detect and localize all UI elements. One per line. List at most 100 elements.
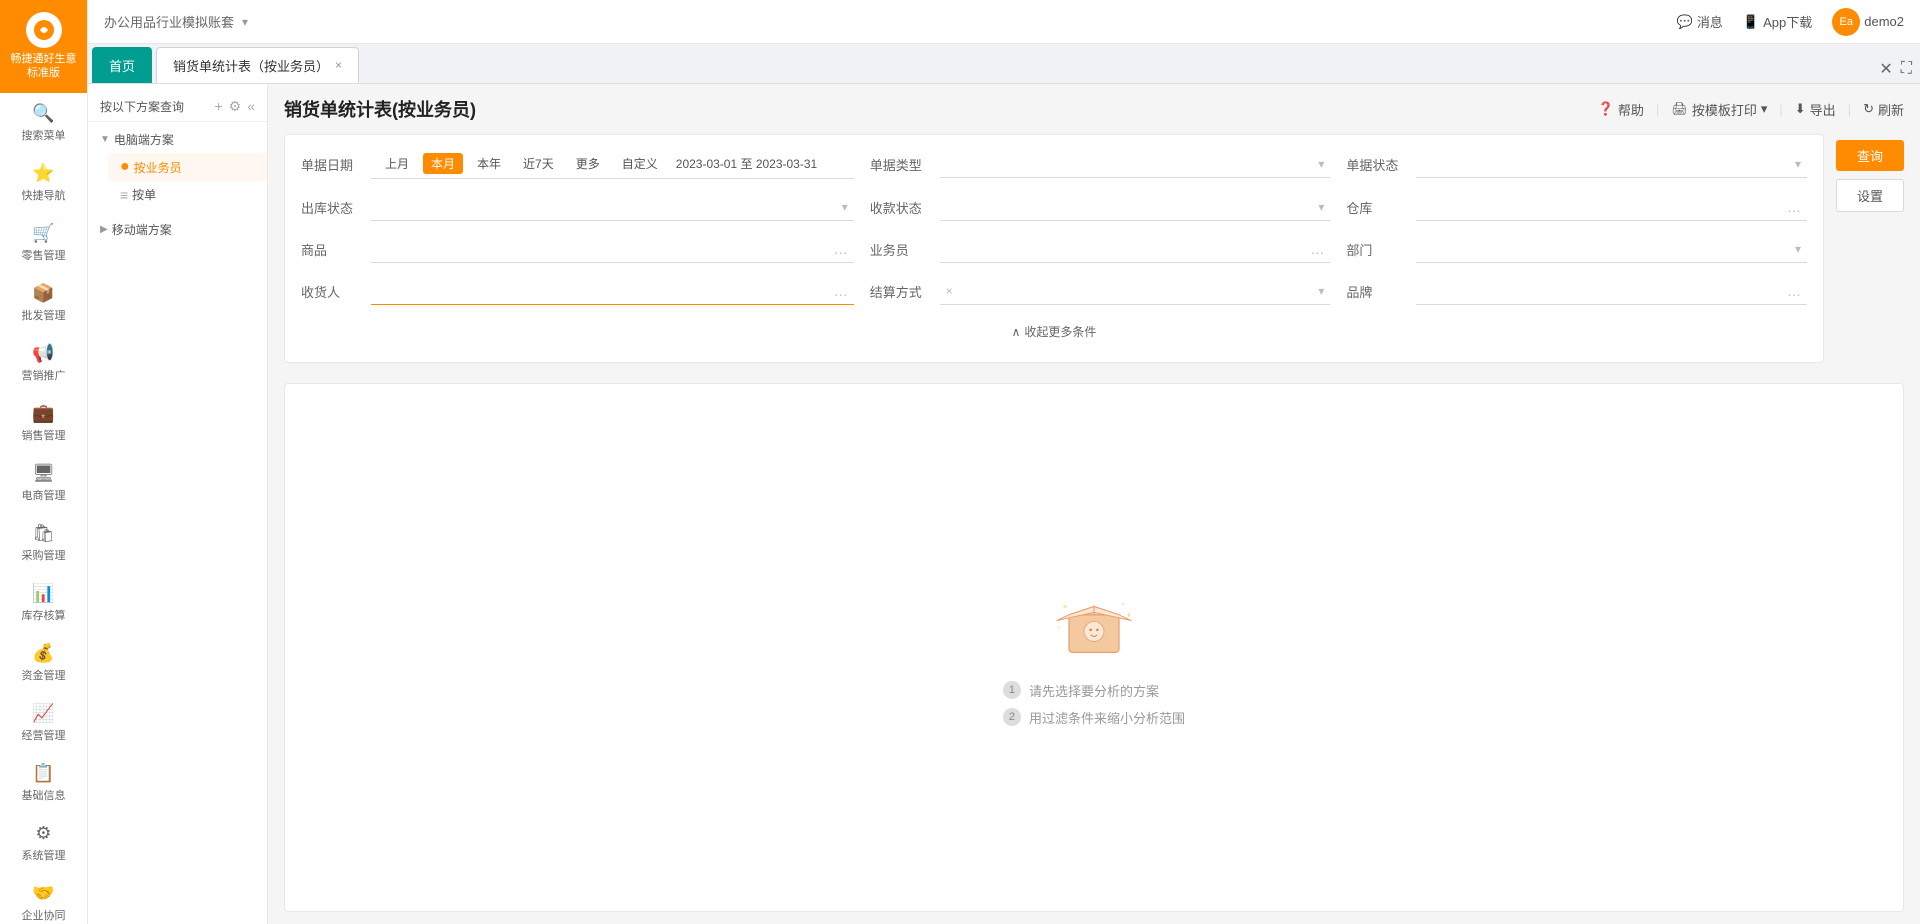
user-name: demo2 (1864, 14, 1904, 29)
avatar-text: Ea (1840, 16, 1853, 28)
salesperson-dots-icon: … (1310, 241, 1324, 257)
filter-row-4: 收货人 … 结算方式 × ▾ (301, 277, 1807, 305)
add-scheme-icon[interactable]: + (214, 98, 222, 115)
tab-sales-stat[interactable]: 销货单统计表（按业务员） × (156, 47, 359, 83)
date-btn-custom[interactable]: 自定义 (614, 153, 666, 174)
left-panel-icons: + ⚙ « (214, 98, 255, 115)
date-btn-this-year[interactable]: 本年 (469, 153, 509, 174)
dept-input[interactable]: ▾ (1416, 235, 1807, 263)
app-download-button[interactable]: 📱 App下载 (1743, 12, 1812, 31)
goods-input[interactable]: … (371, 235, 854, 263)
tree-item-order-label: 按单 (132, 186, 156, 203)
collapse-panel-icon[interactable]: « (247, 98, 255, 115)
empty-tips: 1 请先选择要分析的方案 2 用过滤条件来缩小分析范围 (1003, 681, 1185, 727)
print-label: 按模板打印 (1692, 100, 1757, 119)
maximize-window-icon[interactable]: ⛶ (1901, 60, 1912, 78)
payment-status-label: 收款状态 (870, 198, 940, 217)
export-label: 导出 (1810, 100, 1836, 119)
date-btn-more[interactable]: 更多 (568, 153, 608, 174)
settings-scheme-icon[interactable]: ⚙ (229, 98, 242, 115)
sidebar-item-wholesale[interactable]: 📦 批发管理 (0, 273, 87, 333)
settlement-clear-icon[interactable]: × (946, 284, 953, 298)
date-selector[interactable]: 上月 本月 本年 近7天 更多 自定义 2023-03-01 至 2023-03… (371, 149, 854, 179)
topbar-right: 💬 消息 📱 App下载 Ea demo2 (1677, 8, 1904, 36)
sidebar-item-quick-nav[interactable]: ⭐ 快捷导航 (0, 153, 87, 213)
marketing-icon: 📢 (32, 343, 54, 364)
settlement-input[interactable]: × ▾ (940, 277, 1331, 305)
brand-input[interactable]: … (1416, 277, 1807, 305)
message-button[interactable]: 💬 消息 (1677, 12, 1723, 31)
sidebar-label-finance: 资金管理 (22, 667, 66, 683)
sidebar-item-sales[interactable]: 💼 销售管理 (0, 393, 87, 453)
topbar-left: 办公用品行业模拟账套 ▾ (104, 12, 248, 31)
settings-button[interactable]: 设置 (1836, 179, 1904, 212)
date-btn-this-month[interactable]: 本月 (423, 153, 463, 174)
sidebar-item-inventory[interactable]: 📊 库存核算 (0, 573, 87, 633)
sidebar-label-quick-nav: 快捷导航 (22, 187, 66, 203)
help-button[interactable]: ❓ 帮助 (1598, 100, 1644, 119)
collapse-button[interactable]: ∧ 收起更多条件 (1000, 319, 1109, 344)
left-panel: 按以下方案查询 + ⚙ « ▼ 电脑端方案 ● 按业务员 (88, 84, 268, 924)
date-label: 单据日期 (301, 155, 371, 174)
order-status-input[interactable]: ▾ (1416, 150, 1807, 178)
receiver-input[interactable]: … (371, 277, 854, 305)
close-window-icon[interactable]: ✕ (1879, 59, 1892, 79)
sidebar-item-purchase[interactable]: 🛍 采购管理 (0, 513, 87, 573)
help-label: 帮助 (1618, 100, 1644, 119)
dept-dropdown-icon: ▾ (1795, 242, 1801, 256)
tab-controls: ✕ ⛶ (1879, 59, 1912, 83)
basic-info-icon: 📋 (32, 763, 54, 784)
main-area: 办公用品行业模拟账套 ▾ 💬 消息 📱 App下载 Ea demo2 首页 (88, 0, 1920, 924)
filter-field-brand: 品牌 … (1346, 277, 1807, 305)
payment-status-input[interactable]: ▾ (940, 193, 1331, 221)
sidebar-item-finance[interactable]: 💰 资金管理 (0, 633, 87, 693)
sidebar-label-system: 系统管理 (22, 847, 66, 863)
receiver-dots-icon: … (834, 283, 848, 299)
sidebar-item-basic-info[interactable]: 📋 基础信息 (0, 753, 87, 813)
tree-item-salesperson[interactable]: ● 按业务员 (108, 153, 267, 181)
template-print-button[interactable]: 🖨 按模板打印 ▾ (1671, 100, 1767, 119)
order-scheme-icon: ≡ (120, 187, 128, 203)
logo-area: 畅捷通好生意标准版 (0, 0, 87, 93)
order-type-dropdown-icon: ▾ (1318, 157, 1324, 171)
empty-tip-1: 1 请先选择要分析的方案 (1003, 681, 1185, 700)
left-panel-header: 按以下方案查询 + ⚙ « (88, 92, 267, 122)
refresh-button[interactable]: ↻ 刷新 (1863, 100, 1904, 119)
breadcrumb-dropdown-icon[interactable]: ▾ (242, 15, 248, 29)
sidebar-item-retail[interactable]: 🛒 零售管理 (0, 213, 87, 273)
order-type-input[interactable]: ▾ (940, 150, 1331, 178)
sidebar-item-operations[interactable]: 📈 经营管理 (0, 693, 87, 753)
sidebar-label-inventory: 库存核算 (22, 607, 66, 623)
date-btn-7days[interactable]: 近7天 (515, 153, 562, 174)
tab-sales-stat-label: 销货单统计表（按业务员） (173, 56, 329, 75)
tab-close-icon[interactable]: × (335, 59, 342, 71)
out-status-input[interactable]: ▾ (371, 193, 854, 221)
tree-item-order[interactable]: ≡ 按单 (108, 181, 267, 208)
sidebar-item-marketing[interactable]: 📢 营销推广 (0, 333, 87, 393)
collapse-row: ∧ 收起更多条件 (301, 319, 1807, 344)
warehouse-input[interactable]: … (1416, 193, 1807, 221)
out-status-dropdown-icon: ▾ (842, 200, 848, 214)
right-panel: 销货单统计表(按业务员) ❓ 帮助 | 🖨 按模板打印 ▾ | ⬇ (268, 84, 1920, 924)
tab-home-label: 首页 (109, 56, 135, 75)
out-status-label: 出库状态 (301, 198, 371, 217)
sidebar-item-ecommerce[interactable]: 🖥 电商管理 (0, 453, 87, 513)
tree-mobile-group: ▶ 移动端方案 (88, 212, 267, 247)
goods-label: 商品 (301, 240, 371, 259)
tip-text-1: 请先选择要分析的方案 (1029, 681, 1159, 700)
tab-home[interactable]: 首页 (92, 47, 152, 83)
sidebar-item-search[interactable]: 🔍 搜索菜单 (0, 93, 87, 153)
sidebar-label-ecommerce: 电商管理 (22, 487, 66, 503)
date-btn-last-month[interactable]: 上月 (377, 153, 417, 174)
sidebar-item-enterprise[interactable]: 🤝 企业协同 (0, 873, 87, 924)
breadcrumb-text: 办公用品行业模拟账套 (104, 12, 234, 31)
salesperson-input[interactable]: … (940, 235, 1331, 263)
query-button[interactable]: 查询 (1836, 140, 1904, 171)
sales-icon: 💼 (32, 403, 54, 424)
sidebar-label-operations: 经营管理 (22, 727, 66, 743)
page-actions: ❓ 帮助 | 🖨 按模板打印 ▾ | ⬇ 导出 | (1598, 100, 1904, 119)
user-profile[interactable]: Ea demo2 (1832, 8, 1904, 36)
export-button[interactable]: ⬇ 导出 (1795, 100, 1836, 119)
inventory-icon: 📊 (32, 583, 54, 604)
sidebar-item-system[interactable]: ⚙ 系统管理 (0, 813, 87, 873)
